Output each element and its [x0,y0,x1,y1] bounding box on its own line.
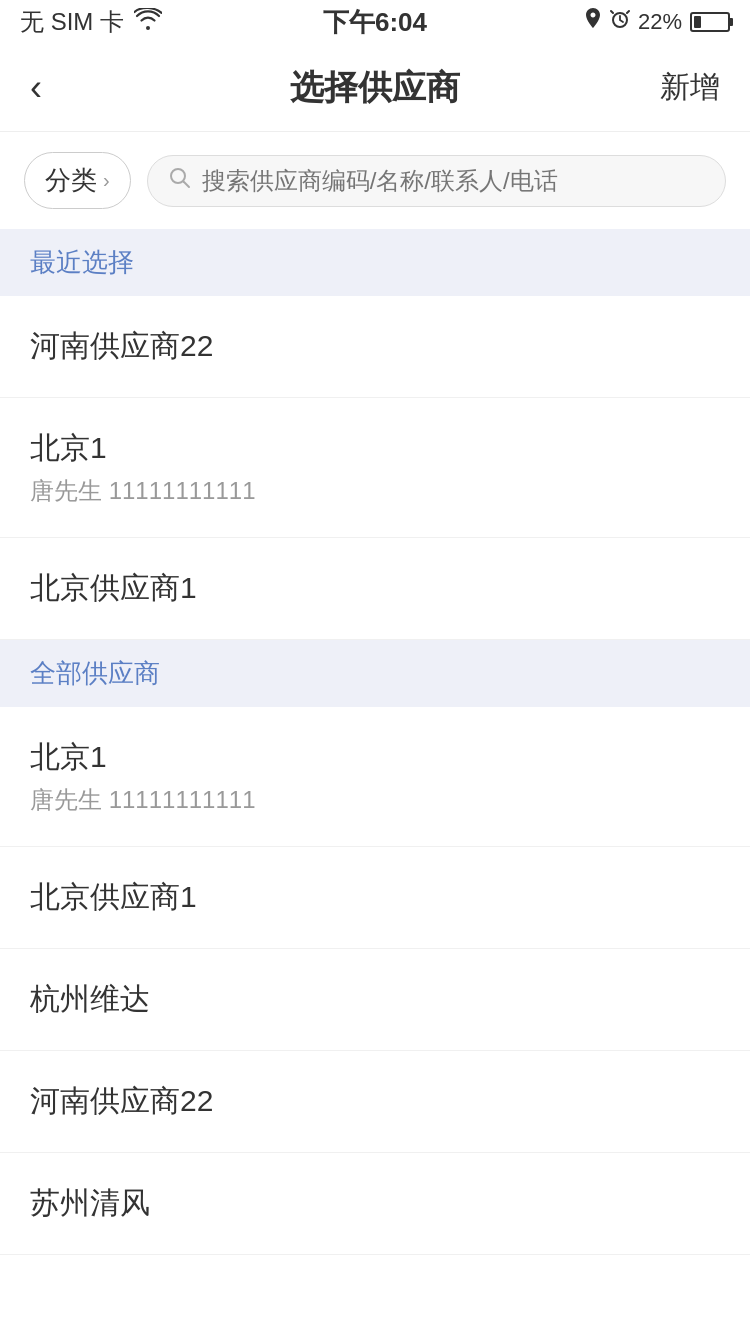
item-sub: 唐先生 11111111111 [30,784,720,816]
all-list-item[interactable]: 杭州维达 [0,949,750,1051]
recent-list-item[interactable]: 北京供应商1 [0,538,750,640]
all-section-header: 全部供应商 [0,640,750,707]
search-input[interactable] [202,167,705,195]
search-box[interactable] [147,155,726,207]
item-name: 杭州维达 [30,979,720,1020]
recent-list: 河南供应商22 北京1 唐先生 11111111111 北京供应商1 [0,296,750,640]
search-icon [168,166,192,196]
chevron-right-icon: › [103,169,110,192]
battery-text: 22% [638,9,682,35]
all-list-item[interactable]: 北京1 唐先生 11111111111 [0,707,750,847]
location-icon [584,8,602,36]
time-display: 下午6:04 [323,5,427,40]
item-sub: 唐先生 11111111111 [30,475,720,507]
back-button[interactable]: ‹ [30,67,90,109]
item-name: 河南供应商22 [30,1081,720,1122]
item-name: 河南供应商22 [30,326,720,367]
battery-icon [690,12,730,32]
item-name: 北京供应商1 [30,877,720,918]
all-list-item[interactable]: 苏州清风 [0,1153,750,1255]
all-list: 北京1 唐先生 11111111111 北京供应商1 杭州维达河南供应商22 苏州清风 [0,707,750,1255]
item-name: 北京1 [30,428,720,469]
all-list-item[interactable]: 河南供应商22 [0,1051,750,1153]
add-button[interactable]: 新增 [660,67,720,108]
recent-list-item[interactable]: 河南供应商22 [0,296,750,398]
status-bar: 无 SIM 卡 下午6:04 22% [0,0,750,44]
page-title: 选择供应商 [290,65,460,111]
alarm-icon [610,8,630,36]
all-list-item[interactable]: 北京供应商1 [0,847,750,949]
category-label: 分类 [45,163,97,198]
status-right: 22% [584,8,730,36]
filter-bar: 分类 › [0,132,750,229]
status-left: 无 SIM 卡 [20,6,162,38]
item-name: 北京1 [30,737,720,778]
nav-bar: ‹ 选择供应商 新增 [0,44,750,132]
recent-section-title: 最近选择 [30,247,134,277]
all-section-title: 全部供应商 [30,658,160,688]
recent-list-item[interactable]: 北京1 唐先生 11111111111 [0,398,750,538]
item-name: 北京供应商1 [30,568,720,609]
item-name: 苏州清风 [30,1183,720,1224]
recent-section-header: 最近选择 [0,229,750,296]
no-sim-text: 无 SIM 卡 [20,6,124,38]
category-button[interactable]: 分类 › [24,152,131,209]
wifi-icon [134,8,162,36]
